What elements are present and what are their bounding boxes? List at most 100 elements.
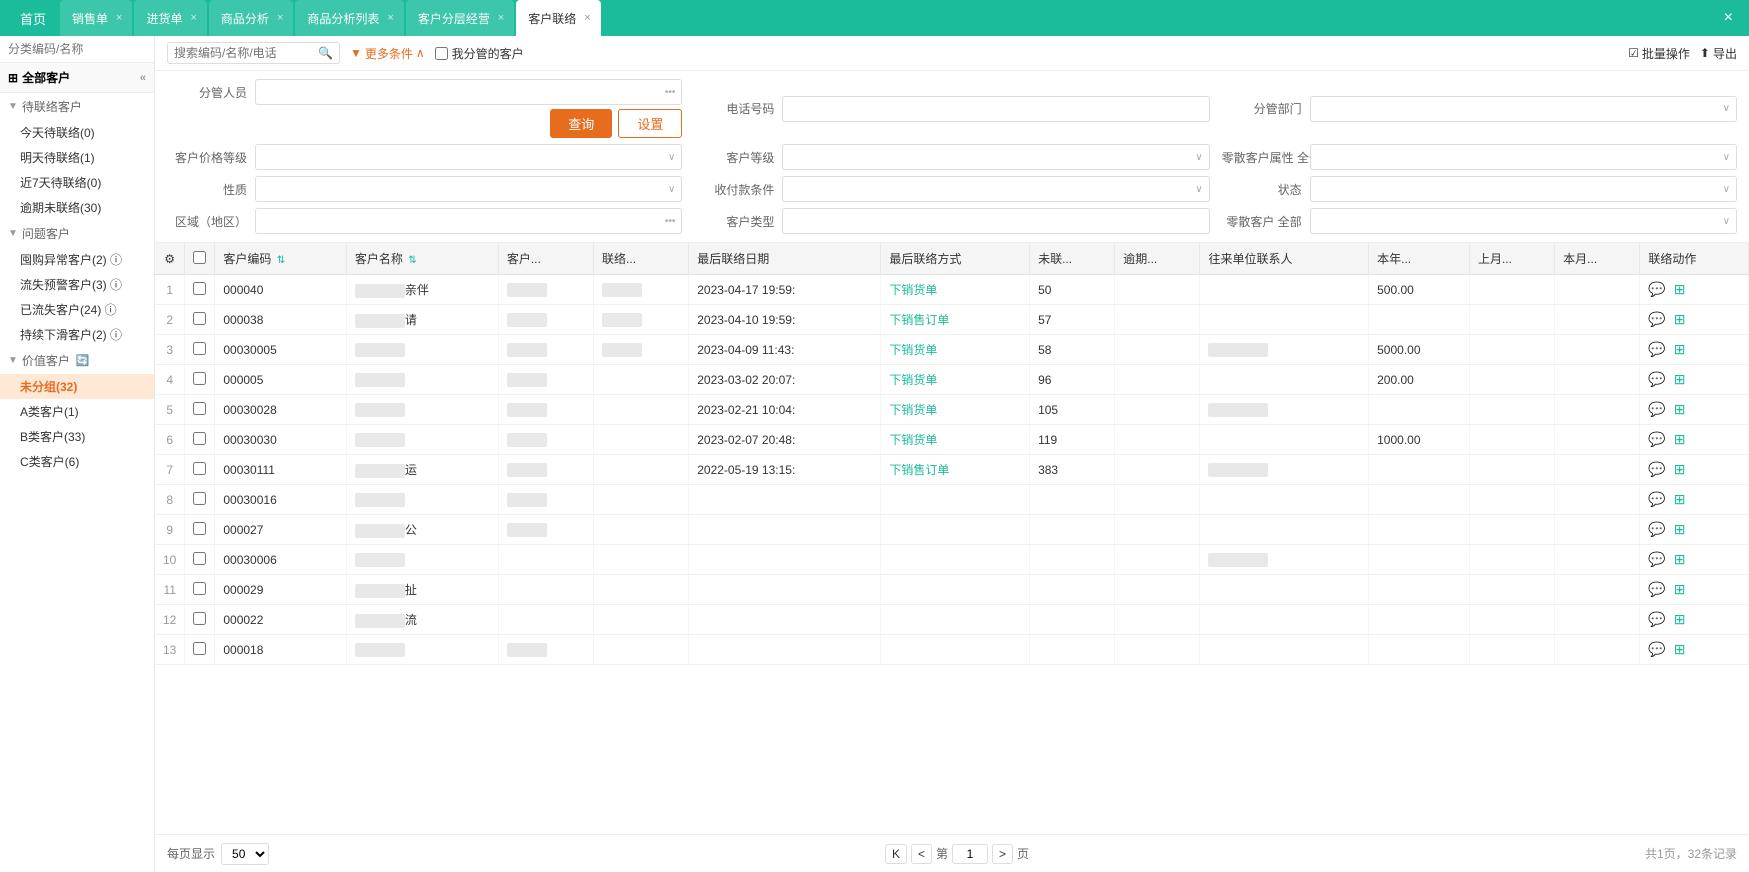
next-page-button[interactable]: > [992, 844, 1013, 864]
nav-tab-analysis-list[interactable]: 商品分析列表 × [295, 0, 403, 36]
filter-select-dept[interactable]: ∨ [1310, 96, 1737, 122]
code-sort-icon[interactable]: ⇅ [277, 255, 285, 266]
contact-icon[interactable]: 💬 [1648, 281, 1665, 298]
nav-home[interactable]: 首页 [8, 0, 58, 36]
close-customer-tier-tab[interactable]: × [498, 12, 504, 24]
row-checkbox[interactable] [193, 402, 206, 415]
last-way-link[interactable]: 下销售订单 [889, 313, 949, 327]
sidebar-item-overdue-pending[interactable]: 逾期未联络(30) [0, 195, 154, 220]
sidebar-item-hoarding[interactable]: 囤购异常客户(2) ⓘ [0, 247, 154, 272]
row-checkbox[interactable] [193, 582, 206, 595]
my-customers-checkbox-wrap[interactable]: 我分管的客户 [435, 45, 524, 62]
more-action-icon[interactable]: ⊞ [1674, 341, 1686, 358]
filter-select-scatter-customer[interactable]: ∨ [1310, 208, 1737, 234]
contact-icon[interactable]: 💬 [1648, 521, 1665, 538]
row-checkbox[interactable] [193, 432, 206, 445]
last-way-link[interactable]: 下销货单 [889, 373, 937, 387]
sidebar-collapse-icon[interactable]: « [140, 72, 146, 84]
col-settings[interactable]: ⚙ [155, 243, 185, 275]
sidebar-item-7days-pending[interactable]: 近7天待联络(0) [0, 170, 154, 195]
filter-select-manager[interactable]: ••• [255, 79, 682, 105]
contact-icon[interactable]: 💬 [1648, 311, 1665, 328]
more-action-icon[interactable]: ⊞ [1674, 611, 1686, 628]
contact-icon[interactable]: 💬 [1648, 611, 1665, 628]
sidebar-group-pending[interactable]: ▼ 待联络客户 [0, 93, 154, 120]
contact-icon[interactable]: 💬 [1648, 341, 1665, 358]
sidebar-item-ungrouped[interactable]: 未分组(32) [0, 374, 154, 399]
contact-icon[interactable]: 💬 [1648, 431, 1665, 448]
select-all-checkbox[interactable] [193, 251, 206, 264]
row-checkbox[interactable] [193, 492, 206, 505]
sidebar-item-today-pending[interactable]: 今天待联络(0) [0, 120, 154, 145]
batch-operation-button[interactable]: ☑ 批量操作 [1628, 45, 1690, 62]
query-button[interactable]: 查询 [550, 109, 612, 138]
sidebar-item-churn-warning[interactable]: 流失预警客户(3) ⓘ [0, 272, 154, 297]
row-checkbox[interactable] [193, 282, 206, 295]
nav-tab-sales[interactable]: 销售单 × [60, 0, 132, 36]
search-input[interactable] [174, 46, 314, 60]
sidebar-item-tomorrow-pending[interactable]: 明天待联络(1) [0, 145, 154, 170]
sidebar-group-value[interactable]: ▼ 价值客户 🔄 [0, 347, 154, 374]
window-close-button[interactable]: × [1716, 9, 1741, 27]
more-action-icon[interactable]: ⊞ [1674, 311, 1686, 328]
contact-icon[interactable]: 💬 [1648, 401, 1665, 418]
row-checkbox[interactable] [193, 462, 206, 475]
more-action-icon[interactable]: ⊞ [1674, 491, 1686, 508]
row-checkbox[interactable] [193, 372, 206, 385]
close-customer-contact-tab[interactable]: × [584, 12, 590, 24]
page-number-input[interactable] [952, 844, 988, 864]
more-action-icon[interactable]: ⊞ [1674, 401, 1686, 418]
row-checkbox[interactable] [193, 342, 206, 355]
settings-icon[interactable]: ⚙ [164, 252, 175, 266]
sidebar-group-problem[interactable]: ▼ 问题客户 [0, 220, 154, 247]
name-sort-icon[interactable]: ⇅ [408, 255, 416, 266]
contact-icon[interactable]: 💬 [1648, 371, 1665, 388]
filter-input-phone[interactable] [782, 96, 1209, 122]
reset-button[interactable]: 设置 [618, 109, 682, 138]
nav-tab-customer-contact[interactable]: 客户联络 × [516, 0, 600, 36]
prev-page-button[interactable]: < [911, 844, 932, 864]
row-checkbox[interactable] [193, 612, 206, 625]
last-way-link[interactable]: 下销售订单 [889, 463, 949, 477]
filter-select-customer-level[interactable]: ∨ [782, 144, 1209, 170]
filter-select-customer-type[interactable] [782, 208, 1209, 234]
search-icon[interactable]: 🔍 [318, 46, 333, 60]
export-button[interactable]: ⬆ 导出 [1700, 45, 1737, 62]
close-purchase-tab[interactable]: × [190, 12, 196, 24]
more-action-icon[interactable]: ⊞ [1674, 521, 1686, 538]
more-action-icon[interactable]: ⊞ [1674, 641, 1686, 658]
more-action-icon[interactable]: ⊞ [1674, 551, 1686, 568]
sidebar-item-declining[interactable]: 持续下滑客户(2) ⓘ [0, 322, 154, 347]
filter-select-nature[interactable]: ∨ [255, 176, 682, 202]
filter-select-price-level[interactable]: ∨ [255, 144, 682, 170]
phone-input[interactable] [789, 102, 1202, 116]
sidebar-item-churned[interactable]: 已流失客户(24) ⓘ [0, 297, 154, 322]
sidebar-item-class-a[interactable]: A类客户(1) [0, 399, 154, 424]
more-action-icon[interactable]: ⊞ [1674, 431, 1686, 448]
close-analysis-list-tab[interactable]: × [387, 12, 393, 24]
contact-icon[interactable]: 💬 [1648, 551, 1665, 568]
more-action-icon[interactable]: ⊞ [1674, 281, 1686, 298]
row-checkbox[interactable] [193, 522, 206, 535]
page-size-select[interactable]: 50 [221, 843, 269, 865]
close-sales-tab[interactable]: × [116, 12, 122, 24]
filter-select-scatter-attr[interactable]: ∨ [1310, 144, 1737, 170]
nav-tab-analysis[interactable]: 商品分析 × [209, 0, 293, 36]
last-way-link[interactable]: 下销货单 [889, 433, 937, 447]
last-way-link[interactable]: 下销货单 [889, 343, 937, 357]
nav-tab-customer-tier[interactable]: 客户分层经营 × [406, 0, 514, 36]
row-checkbox[interactable] [193, 312, 206, 325]
contact-icon[interactable]: 💬 [1648, 461, 1665, 478]
first-page-button[interactable]: K [885, 844, 907, 864]
sidebar-search-input[interactable] [8, 42, 155, 56]
more-action-icon[interactable]: ⊞ [1674, 581, 1686, 598]
close-analysis-tab[interactable]: × [277, 12, 283, 24]
my-customers-checkbox[interactable] [435, 47, 448, 60]
row-checkbox[interactable] [193, 552, 206, 565]
filter-select-status[interactable]: ∨ [1310, 176, 1737, 202]
last-way-link[interactable]: 下销货单 [889, 403, 937, 417]
contact-icon[interactable]: 💬 [1648, 641, 1665, 658]
filter-select-payment[interactable]: ∨ [782, 176, 1209, 202]
contact-icon[interactable]: 💬 [1648, 491, 1665, 508]
sidebar-item-class-c[interactable]: C类客户(6) [0, 449, 154, 474]
